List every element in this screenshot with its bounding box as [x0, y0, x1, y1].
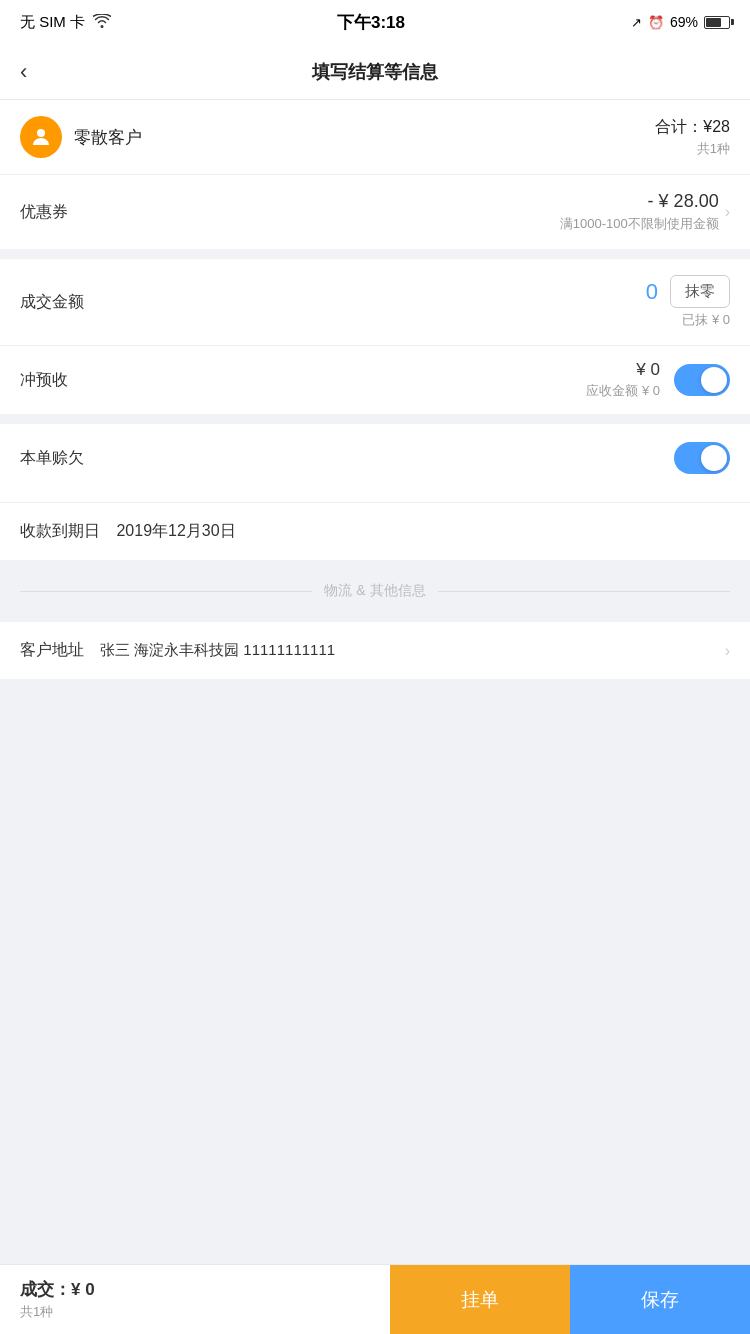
logistics-divider: 物流 & 其他信息 — [0, 570, 750, 612]
coupon-right: - ¥ 28.00 满1000-100不限制使用金额 › — [560, 191, 730, 233]
precollect-info: ¥ 0 应收金额 ¥ 0 — [586, 360, 660, 400]
amount-row: 成交金额 0 抹零 已抹 ¥ 0 — [0, 259, 750, 345]
save-button[interactable]: 保存 — [570, 1265, 750, 1334]
customer-left: 零散客户 — [20, 116, 142, 158]
page-title: 填写结算等信息 — [312, 60, 438, 84]
customer-total: 合计：¥28 共1种 — [655, 117, 730, 158]
amount-sub: 已抹 ¥ 0 — [682, 311, 730, 329]
chevron-right-icon: › — [725, 203, 730, 221]
coupon-desc: 满1000-100不限制使用金额 — [560, 215, 719, 233]
credit-label: 本单赊欠 — [20, 448, 84, 469]
address-label: 客户地址 — [20, 640, 84, 661]
back-button[interactable]: ‹ — [20, 59, 27, 85]
customer-section: 零散客户 合计：¥28 共1种 优惠券 - ¥ 28.00 满1000-100不… — [0, 100, 750, 249]
total-count: 共1种 — [655, 140, 730, 158]
precollect-row: 冲预收 ¥ 0 应收金额 ¥ 0 — [0, 345, 750, 414]
back-icon: ‹ — [20, 59, 27, 85]
customer-row: 零散客户 合计：¥28 共1种 — [0, 100, 750, 174]
total-amount: 合计：¥28 — [655, 117, 730, 138]
bottom-count: 共1种 — [20, 1303, 370, 1321]
precollect-label: 冲预收 — [20, 370, 68, 391]
status-bar: 无 SIM 卡 下午3:18 ↗ ⏰ 69% — [0, 0, 750, 44]
spacer — [0, 679, 750, 879]
battery-icon — [704, 16, 730, 29]
address-value: 张三 海淀永丰科技园 11111111111 — [100, 641, 725, 660]
bottom-bar: 成交：¥ 0 共1种 挂单 保存 — [0, 1264, 750, 1334]
coupon-discount: - ¥ 28.00 — [560, 191, 719, 212]
svg-point-0 — [37, 129, 45, 137]
alarm-icon: ⏰ — [648, 15, 664, 30]
address-chevron-icon: › — [725, 642, 730, 660]
sim-text: 无 SIM 卡 — [20, 13, 85, 32]
location-icon: ↗ — [631, 15, 642, 30]
logistics-label: 物流 & 其他信息 — [324, 582, 425, 600]
credit-toggle-knob — [701, 445, 727, 471]
bottom-deal-label: 成交： — [20, 1280, 71, 1299]
precollect-amount: ¥ 0 — [586, 360, 660, 380]
bottom-padding — [0, 879, 750, 949]
avatar — [20, 116, 62, 158]
precollect-toggle[interactable] — [674, 364, 730, 396]
address-section[interactable]: 客户地址 张三 海淀永丰科技园 11111111111 › — [0, 622, 750, 679]
amount-label: 成交金额 — [20, 292, 84, 313]
battery-percent: 69% — [670, 14, 698, 30]
customer-name: 零散客户 — [74, 126, 142, 149]
precollect-sub: 应收金额 ¥ 0 — [586, 382, 660, 400]
coupon-label: 优惠券 — [20, 202, 68, 223]
credit-toggle[interactable] — [674, 442, 730, 474]
amount-value-wrap: 0 抹零 — [646, 275, 730, 308]
status-right: ↗ ⏰ 69% — [631, 14, 730, 30]
round-off-button[interactable]: 抹零 — [670, 275, 730, 308]
nav-bar: ‹ 填写结算等信息 — [0, 44, 750, 100]
bottom-deal-amount: ¥ 0 — [71, 1280, 95, 1299]
bottom-actions: 挂单 保存 — [390, 1265, 750, 1334]
duedate-label: 收款到期日 — [20, 522, 100, 539]
toggle-knob — [701, 367, 727, 393]
duedate-row: 收款到期日 2019年12月30日 — [0, 502, 750, 560]
status-left: 无 SIM 卡 — [20, 13, 111, 32]
bottom-info: 成交：¥ 0 共1种 — [0, 1278, 390, 1321]
credit-row: 本单赊欠 — [0, 424, 750, 492]
status-time: 下午3:18 — [337, 11, 405, 34]
bottom-deal: 成交：¥ 0 — [20, 1278, 370, 1301]
logistics-text: 物流 & 其他信息 — [20, 582, 730, 600]
coupon-row[interactable]: 优惠券 - ¥ 28.00 满1000-100不限制使用金额 › — [0, 174, 750, 249]
amount-section: 成交金额 0 抹零 已抹 ¥ 0 冲预收 ¥ 0 应收金额 ¥ 0 — [0, 259, 750, 414]
pending-button[interactable]: 挂单 — [390, 1265, 570, 1334]
duedate-value: 2019年12月30日 — [116, 522, 235, 539]
amount-value: 0 — [646, 279, 658, 305]
credit-section: 本单赊欠 收款到期日 2019年12月30日 — [0, 424, 750, 560]
wifi-icon — [93, 14, 111, 31]
